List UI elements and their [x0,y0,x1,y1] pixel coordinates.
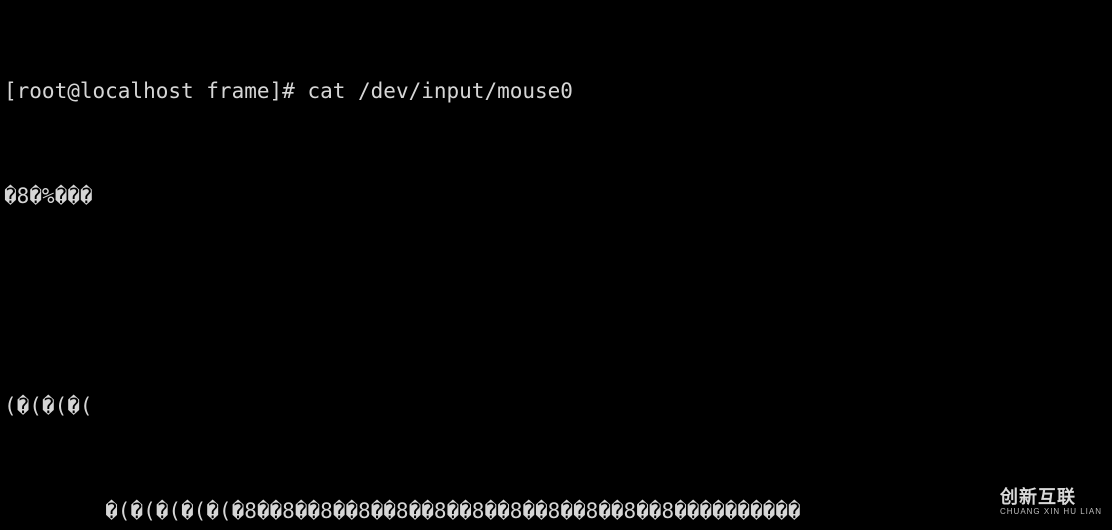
watermark-title: 创新互联 [1000,488,1102,506]
brand-logo-icon [958,484,994,520]
output-line: �8�%��� [4,179,1112,214]
output-line [4,284,1112,319]
watermark-subtitle: CHUANG XIN HU LIAN [1000,508,1102,516]
watermark: 创新互联 CHUANG XIN HU LIAN [958,484,1102,520]
output-line: (�(�(�( [4,389,1112,424]
output-line: �(�(�(�(�(�8��8��8��8��8��8��8��8��8��8�… [4,494,1112,529]
terminal-window[interactable]: [root@localhost frame]# cat /dev/input/m… [0,0,1112,530]
command-text: cat /dev/input/mouse0 [307,79,573,103]
prompt-line: [root@localhost frame]# cat /dev/input/m… [4,74,1112,109]
shell-prompt: [root@localhost frame]# [4,79,307,103]
